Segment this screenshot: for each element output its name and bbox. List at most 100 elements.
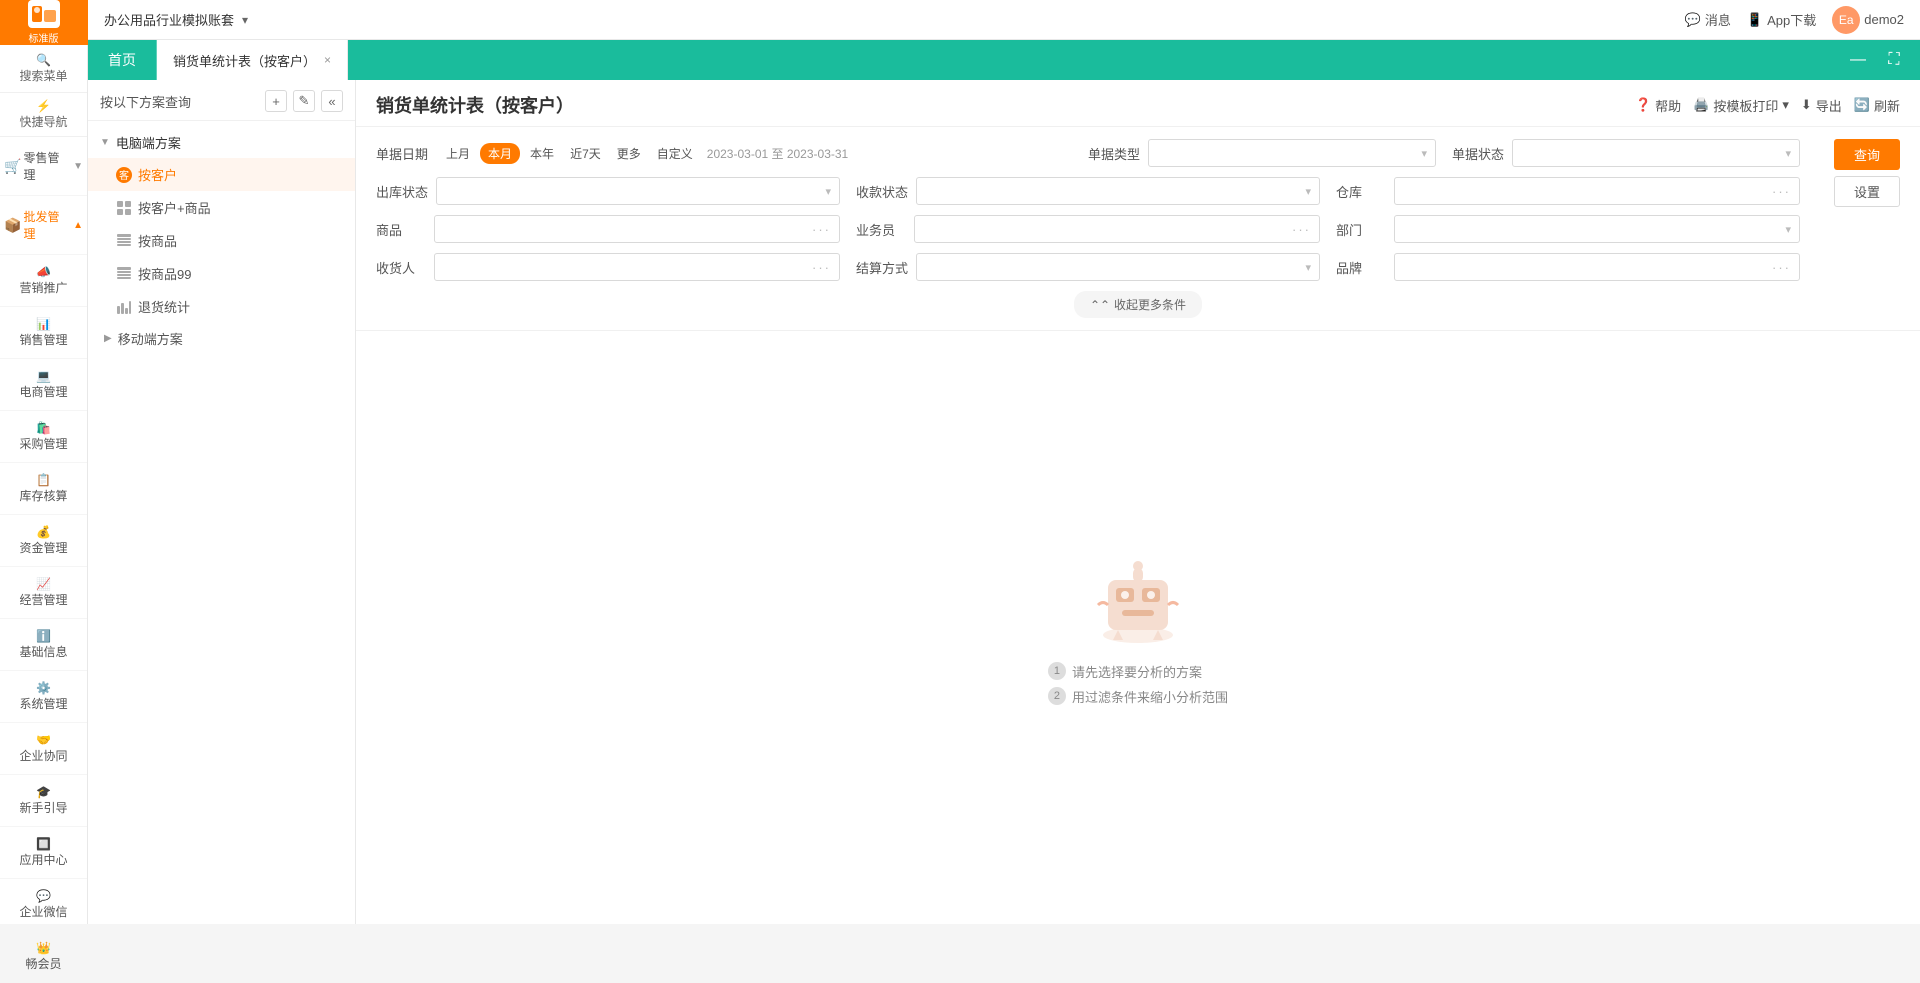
- settings-button[interactable]: 设置: [1834, 176, 1900, 207]
- payment-status-label: 收款状态: [856, 182, 908, 201]
- consignee-select[interactable]: ···: [434, 253, 840, 281]
- export-btn[interactable]: ⬇ 导出: [1801, 96, 1842, 115]
- desktop-arrow: ▼: [100, 137, 110, 148]
- sidebar-item-retail[interactable]: 🛒 零售管理 ▼: [0, 137, 87, 196]
- sidebar-item-member[interactable]: 👑 畅会员: [0, 931, 87, 983]
- sidebar-item-basic-info[interactable]: ℹ️ 基础信息: [0, 619, 87, 671]
- marketing-icon: 📣: [36, 265, 51, 279]
- left-panel-actions: + ✎ «: [265, 90, 343, 112]
- sidebar-item-purchase[interactable]: 🛍️ 采购管理: [0, 411, 87, 463]
- top-header: 办公用品行业模拟账套 ▾ 💬 消息 📱 App下载 Ea demo2: [88, 0, 1920, 40]
- product-select[interactable]: ···: [434, 215, 840, 243]
- product-dots: ···: [812, 222, 831, 237]
- refresh-btn[interactable]: 🔄 刷新: [1854, 96, 1900, 115]
- doc-status-select[interactable]: ▾: [1512, 139, 1800, 167]
- active-indicator: 客: [116, 167, 132, 183]
- filter-row-4: 收货人 ··· 结算方式 ▾: [376, 253, 1800, 281]
- sidebar-item-guide[interactable]: 🎓 新手引导: [0, 775, 87, 827]
- user-menu[interactable]: Ea demo2: [1832, 6, 1904, 34]
- department-select[interactable]: ▾: [1394, 215, 1800, 243]
- doc-status-chevron: ▾: [1785, 147, 1791, 160]
- date-this-month-btn[interactable]: 本月: [480, 143, 520, 164]
- scheme-by-product[interactable]: 按商品: [88, 224, 355, 257]
- department-chevron: ▾: [1785, 223, 1791, 236]
- maximize-btn[interactable]: ⛶: [1880, 46, 1908, 74]
- settlement-select[interactable]: ▾: [916, 253, 1320, 281]
- mobile-group-header[interactable]: ▶ 移动端方案: [88, 323, 355, 354]
- tab-active[interactable]: 销货单统计表（按客户） ×: [157, 40, 348, 80]
- date-recent7-btn[interactable]: 近7天: [564, 143, 607, 164]
- collapse-btn[interactable]: ⌃⌃ 收起更多条件: [1074, 291, 1202, 318]
- sidebar-item-system[interactable]: ⚙️ 系统管理: [0, 671, 87, 723]
- page-title-bar: 销货单统计表（按客户） ❓ 帮助 🖨️ 按模板打印 ▾ ⬇ 导出: [356, 80, 1920, 127]
- filter-section: 单据日期 上月 本月 本年 近7天 更多 自定义 20: [356, 127, 1920, 331]
- inventory-icon: 📋: [36, 473, 51, 487]
- add-scheme-btn[interactable]: +: [265, 90, 287, 112]
- sidebar-item-finance[interactable]: 💰 资金管理: [0, 515, 87, 567]
- print-arrow: ▾: [1782, 97, 1789, 113]
- wholesale-icon: 📦: [4, 217, 21, 234]
- payment-status-select[interactable]: ▾: [916, 177, 1320, 205]
- out-status-select[interactable]: ▾: [436, 177, 840, 205]
- scheme-tree: ▼ 电脑端方案 客 按客户 按客户+商品: [88, 121, 355, 360]
- sidebar-item-operations[interactable]: 📈 经营管理: [0, 567, 87, 619]
- doc-type-label: 单据类型: [1088, 144, 1140, 163]
- tab-home[interactable]: 首页: [88, 40, 157, 80]
- industry-label: 办公用品行业模拟账套: [104, 10, 234, 29]
- industry-dropdown[interactable]: ▾: [242, 13, 248, 27]
- date-last-month-btn[interactable]: 上月: [440, 143, 476, 164]
- page-title: 销货单统计表（按客户）: [376, 92, 574, 118]
- filter-settlement: 结算方式 ▾: [856, 253, 1320, 281]
- tab-close-btn[interactable]: ×: [324, 53, 331, 67]
- app-subtitle: 标准版: [29, 30, 59, 45]
- sidebar-search-item[interactable]: 🔍 搜索菜单: [0, 45, 87, 93]
- doc-type-select[interactable]: ▾: [1148, 139, 1436, 167]
- salesperson-select[interactable]: ···: [914, 215, 1320, 243]
- date-more-btn[interactable]: 更多: [611, 143, 647, 164]
- app-download-btn[interactable]: 📱 App下载: [1747, 10, 1816, 29]
- message-btn[interactable]: 💬 消息: [1685, 10, 1731, 29]
- sidebar-item-ecommerce[interactable]: 💻 电商管理: [0, 359, 87, 411]
- sales-icon: 📊: [36, 317, 51, 331]
- sidebar-item-marketing[interactable]: 📣 营销推广: [0, 255, 87, 307]
- help-icon: ❓: [1635, 97, 1651, 113]
- finance-icon: 💰: [36, 525, 51, 539]
- table99-icon: [116, 266, 132, 282]
- help-btn[interactable]: ❓ 帮助: [1635, 96, 1681, 115]
- collapse-panel-btn[interactable]: «: [321, 90, 343, 112]
- out-status-chevron: ▾: [825, 185, 831, 198]
- warehouse-select[interactable]: ···: [1394, 177, 1800, 205]
- print-btn[interactable]: 🖨️ 按模板打印 ▾: [1693, 96, 1789, 115]
- chart-icon: [116, 299, 132, 315]
- filter-product: 商品 ···: [376, 215, 840, 243]
- sidebar-item-app-center[interactable]: 🔲 应用中心: [0, 827, 87, 879]
- filter-warehouse: 仓库 ···: [1336, 177, 1800, 205]
- scheme-return-stats[interactable]: 退货统计: [88, 290, 355, 323]
- doc-status-label: 单据状态: [1452, 144, 1504, 163]
- date-control: 上月 本月 本年 近7天 更多 自定义 2023-03-01 至 2023-03…: [436, 143, 1072, 164]
- filter-payment-status: 收款状态 ▾: [856, 177, 1320, 205]
- filter-consignee: 收货人 ···: [376, 253, 840, 281]
- minimize-btn[interactable]: —: [1844, 46, 1872, 74]
- warehouse-dots: ···: [1772, 184, 1791, 199]
- desktop-group-header[interactable]: ▼ 电脑端方案: [88, 127, 355, 158]
- sidebar-item-wechat[interactable]: 💬 企业微信: [0, 879, 87, 931]
- sidebar-item-enterprise[interactable]: 🤝 企业协同: [0, 723, 87, 775]
- ecommerce-icon: 💻: [36, 369, 51, 383]
- sidebar-item-wholesale[interactable]: 📦 批发管理 ▲: [0, 196, 87, 255]
- sidebar-item-sales[interactable]: 📊 销售管理: [0, 307, 87, 359]
- query-button[interactable]: 查询: [1834, 139, 1900, 170]
- scheme-by-customer-product[interactable]: 按客户+商品: [88, 191, 355, 224]
- brand-select[interactable]: ···: [1394, 253, 1800, 281]
- out-status-label: 出库状态: [376, 182, 428, 201]
- date-custom-btn[interactable]: 自定义: [651, 143, 699, 164]
- sidebar-nav-item[interactable]: ⚡ 快捷导航: [0, 93, 87, 137]
- scheme-by-customer[interactable]: 客 按客户: [88, 158, 355, 191]
- scheme-by-product99[interactable]: 按商品99: [88, 257, 355, 290]
- edit-scheme-btn[interactable]: ✎: [293, 90, 315, 112]
- tip-num-2: 2: [1048, 687, 1066, 705]
- brand-label: 品牌: [1336, 258, 1386, 277]
- sidebar-item-inventory[interactable]: 📋 库存核算: [0, 463, 87, 515]
- member-icon: 👑: [36, 941, 51, 955]
- date-this-year-btn[interactable]: 本年: [524, 143, 560, 164]
